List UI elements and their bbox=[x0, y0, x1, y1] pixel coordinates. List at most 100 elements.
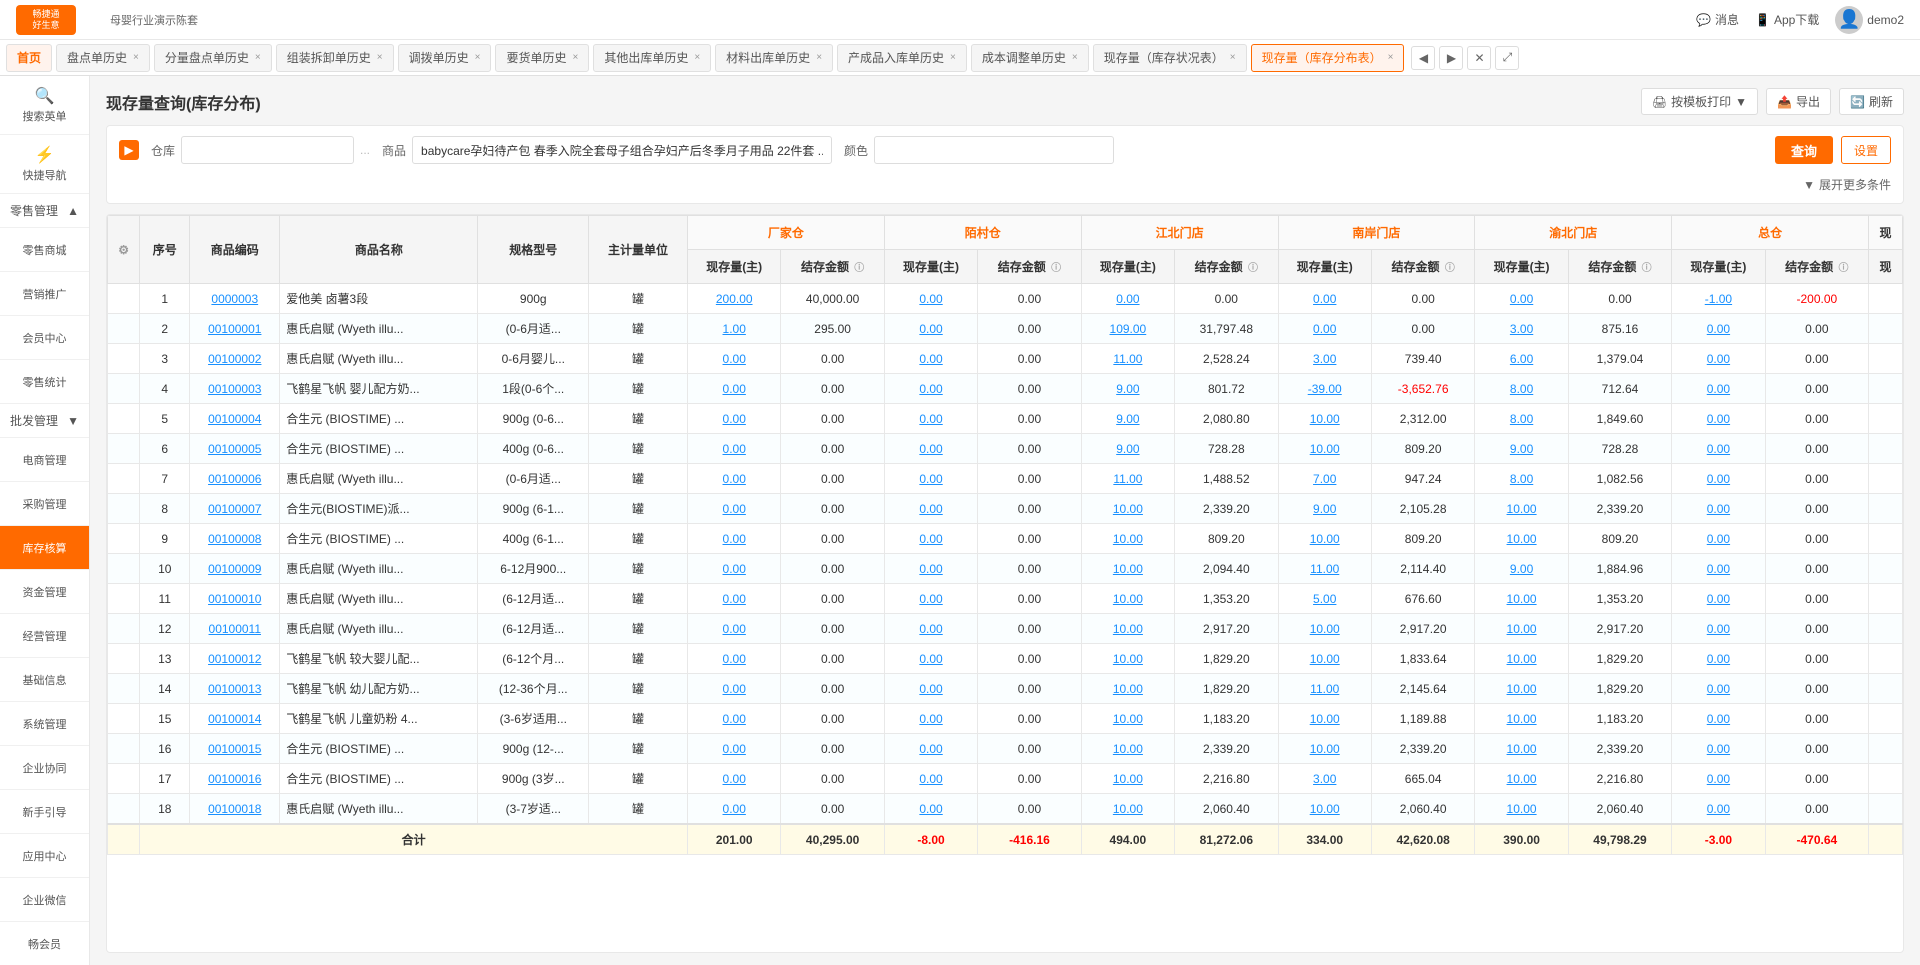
col-total-qty-cell[interactable]: 0.00 bbox=[1672, 674, 1765, 704]
col-total-qty-cell[interactable]: 0.00 bbox=[1672, 494, 1765, 524]
expand-button[interactable]: ▶ bbox=[119, 140, 139, 160]
col-c3-qty-cell[interactable]: 10.00 bbox=[1081, 524, 1174, 554]
close-icon[interactable]: × bbox=[950, 52, 956, 63]
col-sku-cell[interactable]: 00100001 bbox=[190, 314, 280, 344]
close-icon[interactable]: × bbox=[255, 52, 261, 63]
tab-group-split[interactable]: 组装拆卸单历史 × bbox=[276, 44, 394, 72]
col-c2-qty-cell[interactable]: 0.00 bbox=[884, 614, 977, 644]
col-c5-qty-cell[interactable]: 8.00 bbox=[1475, 374, 1568, 404]
col-c1-qty-cell[interactable]: 0.00 bbox=[687, 764, 780, 794]
table-scroll[interactable]: ⚙ 序号 商品编码 商品名称 规格型号 主计量单位 厂家仓 陌村仓 江北门店 南… bbox=[107, 215, 1903, 952]
sidebar-item-member[interactable]: 会员中心 bbox=[0, 316, 89, 360]
sidebar-item-finance[interactable]: 资金管理 bbox=[0, 570, 89, 614]
col-c3-qty-cell[interactable]: 10.00 bbox=[1081, 584, 1174, 614]
col-c4-qty-cell[interactable]: 11.00 bbox=[1278, 554, 1371, 584]
col-total-qty-cell[interactable]: 0.00 bbox=[1672, 314, 1765, 344]
info-icon[interactable]: ⓘ bbox=[1445, 263, 1455, 274]
sidebar-item-guide[interactable]: 新手引导 bbox=[0, 790, 89, 834]
close-icon[interactable]: × bbox=[1230, 52, 1236, 63]
col-c4-qty-cell[interactable]: 0.00 bbox=[1278, 284, 1371, 314]
col-c2-qty-cell[interactable]: 0.00 bbox=[884, 494, 977, 524]
col-total-qty-cell[interactable]: 0.00 bbox=[1672, 374, 1765, 404]
col-c1-qty-cell[interactable]: 0.00 bbox=[687, 614, 780, 644]
col-total-qty-cell[interactable]: 0.00 bbox=[1672, 434, 1765, 464]
col-c1-qty-cell[interactable]: 0.00 bbox=[687, 404, 780, 434]
col-c3-qty-cell[interactable]: 10.00 bbox=[1081, 644, 1174, 674]
col-c5-qty-cell[interactable]: 0.00 bbox=[1475, 284, 1568, 314]
warehouse-input[interactable] bbox=[181, 136, 354, 164]
col-c4-qty-cell[interactable]: 3.00 bbox=[1278, 344, 1371, 374]
col-total-qty-cell[interactable]: 0.00 bbox=[1672, 404, 1765, 434]
col-c3-qty-cell[interactable]: 10.00 bbox=[1081, 494, 1174, 524]
col-c4-qty-cell[interactable]: 10.00 bbox=[1278, 644, 1371, 674]
sidebar-item-ecom[interactable]: 电商管理 bbox=[0, 438, 89, 482]
col-total-qty-cell[interactable]: 0.00 bbox=[1672, 584, 1765, 614]
tab-cost-adjust[interactable]: 成本调整单历史 × bbox=[971, 44, 1089, 72]
col-sku-cell[interactable]: 00100016 bbox=[190, 764, 280, 794]
product-input[interactable] bbox=[412, 136, 832, 164]
col-sku-cell[interactable]: 0000003 bbox=[190, 284, 280, 314]
close-icon[interactable]: × bbox=[377, 52, 383, 63]
col-c5-qty-cell[interactable]: 8.00 bbox=[1475, 404, 1568, 434]
col-c1-qty-cell[interactable]: 0.00 bbox=[687, 554, 780, 584]
col-c5-qty-cell[interactable]: 9.00 bbox=[1475, 434, 1568, 464]
message-btn[interactable]: 💬 消息 bbox=[1696, 11, 1739, 28]
col-sku-cell[interactable]: 00100007 bbox=[190, 494, 280, 524]
col-c1-qty-cell[interactable]: 0.00 bbox=[687, 524, 780, 554]
col-total-qty-cell[interactable]: 0.00 bbox=[1672, 344, 1765, 374]
col-c1-qty-cell[interactable]: 0.00 bbox=[687, 584, 780, 614]
query-button[interactable]: 查询 bbox=[1775, 136, 1833, 164]
tab-next-btn[interactable]: ▶ bbox=[1439, 46, 1463, 70]
col-c2-qty-cell[interactable]: 0.00 bbox=[884, 524, 977, 554]
sidebar-item-search[interactable]: 🔍 搜索英单 bbox=[0, 76, 89, 135]
col-c5-qty-cell[interactable]: 10.00 bbox=[1475, 644, 1568, 674]
col-c4-qty-cell[interactable]: 10.00 bbox=[1278, 704, 1371, 734]
info-icon[interactable]: ⓘ bbox=[854, 263, 864, 274]
col-c3-qty-cell[interactable]: 9.00 bbox=[1081, 404, 1174, 434]
col-c5-qty-cell[interactable]: 10.00 bbox=[1475, 614, 1568, 644]
warehouse-dots[interactable]: ... bbox=[360, 143, 370, 157]
col-c1-qty-cell[interactable]: 0.00 bbox=[687, 794, 780, 825]
col-c1-qty-cell[interactable]: 0.00 bbox=[687, 734, 780, 764]
col-c1-qty-cell[interactable]: 0.00 bbox=[687, 374, 780, 404]
col-c4-qty-cell[interactable]: 5.00 bbox=[1278, 584, 1371, 614]
col-c2-qty-cell[interactable]: 0.00 bbox=[884, 584, 977, 614]
col-c4-qty-cell[interactable]: 10.00 bbox=[1278, 404, 1371, 434]
tab-expand-btn[interactable]: ⤢ bbox=[1495, 46, 1519, 70]
col-c5-qty-cell[interactable]: 10.00 bbox=[1475, 494, 1568, 524]
col-sku-cell[interactable]: 00100002 bbox=[190, 344, 280, 374]
sidebar-item-sys[interactable]: 系统管理 bbox=[0, 702, 89, 746]
sidebar-item-wechat[interactable]: 企业微信 bbox=[0, 878, 89, 922]
col-c2-qty-cell[interactable]: 0.00 bbox=[884, 344, 977, 374]
close-icon[interactable]: × bbox=[1072, 52, 1078, 63]
col-c1-qty-cell[interactable]: 0.00 bbox=[687, 494, 780, 524]
col-sku-cell[interactable]: 00100013 bbox=[190, 674, 280, 704]
tab-material-out[interactable]: 材料出库单历史 × bbox=[715, 44, 833, 72]
col-sku-cell[interactable]: 00100006 bbox=[190, 464, 280, 494]
col-c1-qty-cell[interactable]: 0.00 bbox=[687, 674, 780, 704]
col-sku-cell[interactable]: 00100004 bbox=[190, 404, 280, 434]
col-c1-qty-cell[interactable]: 0.00 bbox=[687, 704, 780, 734]
col-gear[interactable]: ⚙ bbox=[108, 216, 140, 284]
col-c1-qty-cell[interactable]: 0.00 bbox=[687, 344, 780, 374]
col-c4-qty-cell[interactable]: 10.00 bbox=[1278, 524, 1371, 554]
setting-button[interactable]: 设置 bbox=[1841, 136, 1891, 164]
col-c1-qty-cell[interactable]: 0.00 bbox=[687, 464, 780, 494]
col-c5-qty-cell[interactable]: 10.00 bbox=[1475, 584, 1568, 614]
sidebar-item-retail[interactable]: 零售管理 ▲ bbox=[0, 194, 89, 228]
col-c3-qty-cell[interactable]: 109.00 bbox=[1081, 314, 1174, 344]
col-c5-qty-cell[interactable]: 10.00 bbox=[1475, 704, 1568, 734]
col-c2-qty-cell[interactable]: 0.00 bbox=[884, 374, 977, 404]
col-total-qty-cell[interactable]: 0.00 bbox=[1672, 764, 1765, 794]
info-icon[interactable]: ⓘ bbox=[1642, 263, 1652, 274]
col-c4-qty-cell[interactable]: -39.00 bbox=[1278, 374, 1371, 404]
col-sku-cell[interactable]: 00100015 bbox=[190, 734, 280, 764]
sidebar-item-purchase[interactable]: 采购管理 bbox=[0, 482, 89, 526]
col-c3-qty-cell[interactable]: 10.00 bbox=[1081, 614, 1174, 644]
sidebar-item-stock[interactable]: 库存核算 bbox=[0, 526, 89, 570]
sidebar-item-corp[interactable]: 企业协同 bbox=[0, 746, 89, 790]
col-c3-qty-cell[interactable]: 11.00 bbox=[1081, 344, 1174, 374]
tab-prev-btn[interactable]: ◀ bbox=[1411, 46, 1435, 70]
col-c5-qty-cell[interactable]: 10.00 bbox=[1475, 734, 1568, 764]
col-c5-qty-cell[interactable]: 10.00 bbox=[1475, 524, 1568, 554]
